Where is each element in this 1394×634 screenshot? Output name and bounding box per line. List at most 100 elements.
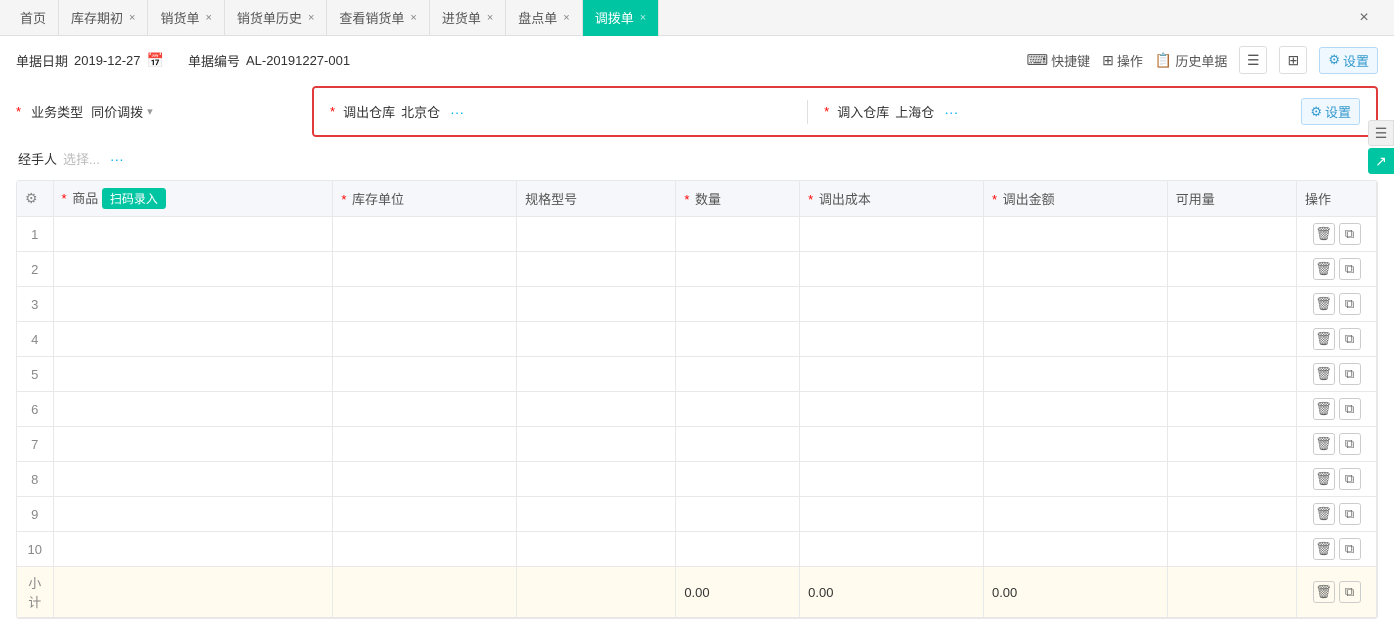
row-spec-1[interactable]	[517, 217, 676, 252]
out-warehouse-ellipsis[interactable]: ···	[446, 104, 468, 120]
row-spec-3[interactable]	[517, 287, 676, 322]
row-unit-7[interactable]	[333, 427, 517, 462]
row-copy-2[interactable]: ⧉	[1339, 258, 1361, 280]
table-gear-icon[interactable]: ⚙	[25, 190, 38, 206]
list-view-button[interactable]: ☰	[1239, 46, 1267, 74]
row-qty-5[interactable]	[676, 357, 800, 392]
row-unit-3[interactable]	[333, 287, 517, 322]
row-copy-4[interactable]: ⧉	[1339, 328, 1361, 350]
row-cost-3[interactable]	[800, 287, 984, 322]
row-spec-9[interactable]	[517, 497, 676, 532]
tab-stocktake-close[interactable]: ×	[563, 12, 569, 24]
row-product-2[interactable]	[53, 252, 333, 287]
row-cost-2[interactable]	[800, 252, 984, 287]
row-amount-8[interactable]	[983, 462, 1167, 497]
row-qty-9[interactable]	[676, 497, 800, 532]
row-unit-10[interactable]	[333, 532, 517, 567]
agent-input[interactable]: 选择...	[63, 149, 100, 168]
row-delete-1[interactable]: 🗑	[1313, 223, 1335, 245]
row-cost-4[interactable]	[800, 322, 984, 357]
in-warehouse-ellipsis[interactable]: ···	[940, 104, 962, 120]
row-cost-5[interactable]	[800, 357, 984, 392]
row-copy-1[interactable]: ⧉	[1339, 223, 1361, 245]
tab-transfer-close[interactable]: ×	[640, 12, 646, 24]
row-copy-6[interactable]: ⧉	[1339, 398, 1361, 420]
row-amount-9[interactable]	[983, 497, 1167, 532]
row-cost-10[interactable]	[800, 532, 984, 567]
row-qty-3[interactable]	[676, 287, 800, 322]
row-cost-9[interactable]	[800, 497, 984, 532]
row-product-6[interactable]	[53, 392, 333, 427]
row-amount-2[interactable]	[983, 252, 1167, 287]
row-cost-8[interactable]	[800, 462, 984, 497]
row-spec-8[interactable]	[517, 462, 676, 497]
row-spec-4[interactable]	[517, 322, 676, 357]
warehouse-settings-button[interactable]: ⚙ 设置	[1301, 98, 1360, 125]
row-delete-9[interactable]: 🗑	[1313, 503, 1335, 525]
tab-view-sales[interactable]: 查看销货单 ×	[327, 0, 429, 36]
row-product-8[interactable]	[53, 462, 333, 497]
tab-sales-history[interactable]: 销货单历史 ×	[225, 0, 327, 36]
row-amount-7[interactable]	[983, 427, 1167, 462]
row-delete-2[interactable]: 🗑	[1313, 258, 1335, 280]
settings-button[interactable]: ⚙ 设置	[1319, 47, 1378, 74]
shortcut-button[interactable]: ⌨ 快捷键	[1026, 51, 1090, 70]
row-unit-5[interactable]	[333, 357, 517, 392]
row-spec-7[interactable]	[517, 427, 676, 462]
grid-view-button[interactable]: ⊞	[1279, 46, 1307, 74]
row-copy-9[interactable]: ⧉	[1339, 503, 1361, 525]
row-qty-4[interactable]	[676, 322, 800, 357]
biz-type-select[interactable]: 同价调拨 ▾	[91, 102, 153, 121]
row-unit-1[interactable]	[333, 217, 517, 252]
row-unit-8[interactable]	[333, 462, 517, 497]
row-delete-8[interactable]: 🗑	[1313, 468, 1335, 490]
row-amount-6[interactable]	[983, 392, 1167, 427]
row-copy-3[interactable]: ⧉	[1339, 293, 1361, 315]
row-cost-6[interactable]	[800, 392, 984, 427]
tab-sales-order[interactable]: 销货单 ×	[148, 0, 224, 36]
row-product-4[interactable]	[53, 322, 333, 357]
tab-stocktake[interactable]: 盘点单 ×	[506, 0, 582, 36]
row-copy-10[interactable]: ⧉	[1339, 538, 1361, 560]
ops-button[interactable]: ⊞ 操作	[1102, 51, 1143, 70]
row-copy-7[interactable]: ⧉	[1339, 433, 1361, 455]
row-amount-4[interactable]	[983, 322, 1167, 357]
row-qty-8[interactable]	[676, 462, 800, 497]
row-qty-7[interactable]	[676, 427, 800, 462]
row-amount-10[interactable]	[983, 532, 1167, 567]
row-delete-3[interactable]: 🗑	[1313, 293, 1335, 315]
sidebar-list-icon[interactable]: ☰	[1368, 120, 1394, 146]
row-unit-6[interactable]	[333, 392, 517, 427]
row-qty-1[interactable]	[676, 217, 800, 252]
row-product-1[interactable]	[53, 217, 333, 252]
row-delete-4[interactable]: 🗑	[1313, 328, 1335, 350]
row-amount-1[interactable]	[983, 217, 1167, 252]
row-product-5[interactable]	[53, 357, 333, 392]
row-unit-9[interactable]	[333, 497, 517, 532]
row-qty-10[interactable]	[676, 532, 800, 567]
row-unit-2[interactable]	[333, 252, 517, 287]
row-spec-10[interactable]	[517, 532, 676, 567]
row-amount-5[interactable]	[983, 357, 1167, 392]
sidebar-external-icon[interactable]: ↗	[1368, 148, 1394, 174]
row-qty-2[interactable]	[676, 252, 800, 287]
row-delete-7[interactable]: 🗑	[1313, 433, 1335, 455]
row-product-11[interactable]	[53, 567, 333, 618]
row-amount-11[interactable]: 0.00	[983, 567, 1167, 618]
tab-home[interactable]: 首页	[8, 0, 59, 36]
row-qty-6[interactable]	[676, 392, 800, 427]
row-unit-11[interactable]	[333, 567, 517, 618]
row-product-10[interactable]	[53, 532, 333, 567]
row-copy-11[interactable]: ⧉	[1339, 581, 1361, 603]
history-button[interactable]: 📋 历史单据	[1155, 51, 1227, 70]
row-spec-11[interactable]	[517, 567, 676, 618]
window-close-button[interactable]: ×	[1350, 4, 1378, 32]
row-product-7[interactable]	[53, 427, 333, 462]
scan-btn[interactable]: 扫码录入	[102, 188, 166, 209]
tab-inventory-init-close[interactable]: ×	[129, 12, 135, 24]
tab-view-sales-close[interactable]: ×	[410, 12, 416, 24]
tab-sales-order-close[interactable]: ×	[205, 12, 211, 24]
row-spec-6[interactable]	[517, 392, 676, 427]
row-unit-4[interactable]	[333, 322, 517, 357]
agent-ellipsis[interactable]: ···	[106, 151, 128, 167]
